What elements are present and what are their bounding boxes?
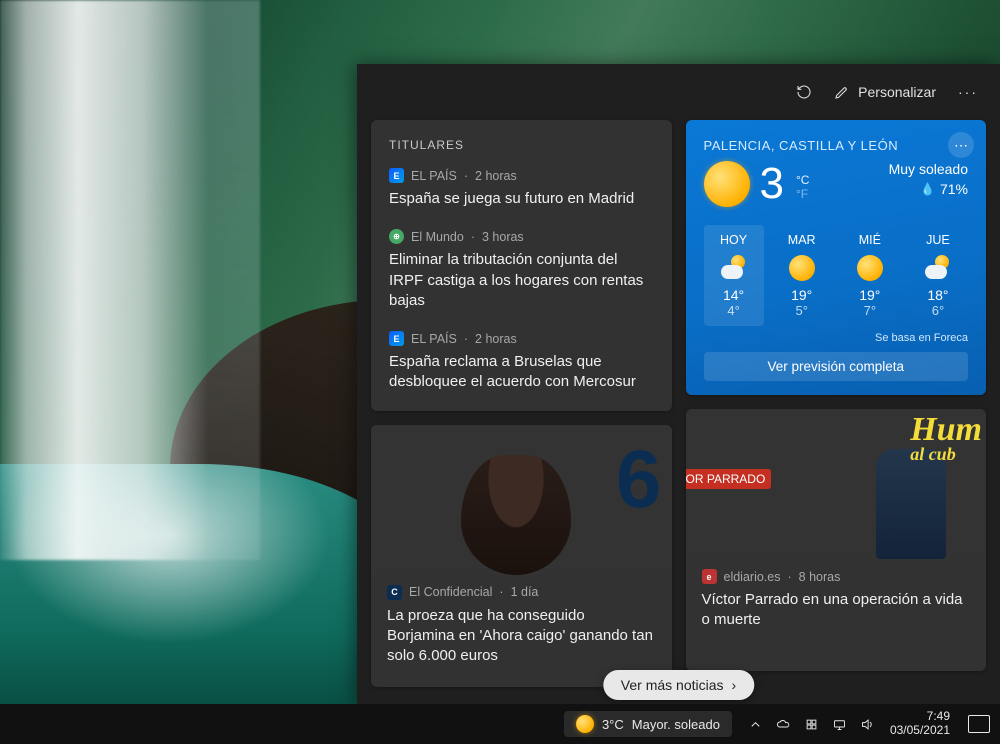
customize-button[interactable]: Personalizar: [834, 84, 936, 100]
onedrive-icon[interactable]: [776, 716, 792, 732]
weather-card: ⋯ PALENCIA, CASTILLA Y LEÓN 3 °C °F Muy …: [686, 120, 987, 395]
headline-text: La proeza que ha conseguido Borjamina en…: [387, 606, 656, 667]
headline-age: 3 horas: [482, 230, 524, 244]
source-name: El Mundo: [411, 230, 464, 244]
forecast-row: HOY 14° 4° MAR 19° 5° MIÉ 19°: [704, 225, 969, 326]
headline-text: Eliminar la tributación conjunta del IRP…: [389, 250, 654, 311]
sun-icon: [576, 715, 594, 733]
humidity-value: 71%: [940, 181, 968, 197]
refresh-button[interactable]: [796, 84, 812, 100]
news-image-card[interactable]: C El Confidencial · 1 día La proeza que …: [371, 425, 672, 687]
taskbar-condition: Mayor. soleado: [632, 717, 720, 732]
headline-age: 2 horas: [475, 332, 517, 346]
headlines-title: TITULARES: [389, 138, 654, 152]
partly-cloudy-icon: [721, 255, 747, 281]
source-name: EL PAÍS: [411, 332, 457, 346]
weather-location: PALENCIA, CASTILLA Y LEÓN: [704, 138, 969, 153]
taskbar-time: 7:49: [890, 710, 950, 724]
sun-icon: [857, 255, 883, 281]
partly-cloudy-icon: [925, 255, 951, 281]
temp-units[interactable]: °C °F: [796, 173, 809, 201]
forecast-day[interactable]: HOY 14° 4°: [704, 225, 764, 326]
source-icon: E: [389, 168, 404, 183]
source-icon: E: [389, 331, 404, 346]
sun-icon: [704, 161, 750, 207]
headline-item[interactable]: ⊕ El Mundo · 3 horas Eliminar la tributa…: [389, 229, 654, 311]
source-name: EL PAÍS: [411, 169, 457, 183]
source-icon: e: [702, 569, 717, 584]
forecast-day[interactable]: JUE 18° 6°: [908, 225, 968, 326]
headline-age: 8 horas: [799, 570, 841, 584]
flyout-header: Personalizar ···: [357, 64, 1000, 120]
source-name: El Confidencial: [409, 585, 492, 599]
taskbar-clock[interactable]: 7:49 03/05/2021: [882, 710, 958, 738]
headline-text: Víctor Parrado en una operación a vida o…: [702, 590, 971, 631]
sun-icon: [789, 255, 815, 281]
tray-overflow-button[interactable]: [748, 716, 764, 732]
forecast-day[interactable]: MIÉ 19° 7°: [840, 225, 900, 326]
source-name: eldiario.es: [724, 570, 781, 584]
chevron-right-icon: ›: [732, 677, 737, 693]
current-condition: Muy soleado: [889, 161, 968, 177]
taskbar-date: 03/05/2021: [890, 724, 950, 738]
drop-icon: 💧: [920, 182, 935, 196]
news-image-card[interactable]: Hum al cub OR PARRADO e eldiario.es · 8 …: [686, 409, 987, 671]
headline-text: España reclama a Bruselas que desbloquee…: [389, 352, 654, 393]
taskbar-weather-button[interactable]: 3°C Mayor. soleado: [564, 711, 732, 737]
forecast-day[interactable]: MAR 19° 5°: [772, 225, 832, 326]
weather-attribution: Se basa en Foreca: [704, 332, 969, 344]
news-weather-flyout: Personalizar ··· TITULARES E EL PAÍS · 2…: [357, 64, 1000, 704]
more-news-button[interactable]: Ver más noticias ›: [603, 670, 754, 700]
flyout-more-button[interactable]: ···: [958, 84, 978, 100]
news-image: [371, 425, 672, 575]
security-icon[interactable]: [804, 716, 820, 732]
headline-age: 1 día: [511, 585, 539, 599]
full-forecast-button[interactable]: Ver previsión completa: [704, 352, 969, 381]
headlines-card: TITULARES E EL PAÍS · 2 horas España se …: [371, 120, 672, 411]
headline-text: España se juega su futuro en Madrid: [389, 189, 654, 209]
volume-icon[interactable]: [860, 716, 876, 732]
headline-item[interactable]: E EL PAÍS · 2 horas España se juega su f…: [389, 168, 654, 209]
customize-label: Personalizar: [858, 84, 936, 100]
pencil-icon: [834, 84, 850, 100]
action-center-button[interactable]: [968, 715, 990, 733]
system-tray: [742, 716, 882, 732]
source-icon: ⊕: [389, 229, 404, 244]
refresh-icon: [796, 84, 812, 100]
taskbar-temp: 3°C: [602, 717, 624, 732]
network-icon[interactable]: [832, 716, 848, 732]
headline-age: 2 horas: [475, 169, 517, 183]
source-icon: C: [387, 585, 402, 600]
taskbar: 3°C Mayor. soleado 7:49 03/05/2021: [0, 704, 1000, 744]
news-image: Hum al cub OR PARRADO: [686, 409, 987, 559]
current-temp: 3: [760, 162, 784, 206]
headline-item[interactable]: E EL PAÍS · 2 horas España reclama a Bru…: [389, 331, 654, 393]
weather-more-button[interactable]: ⋯: [948, 132, 974, 158]
